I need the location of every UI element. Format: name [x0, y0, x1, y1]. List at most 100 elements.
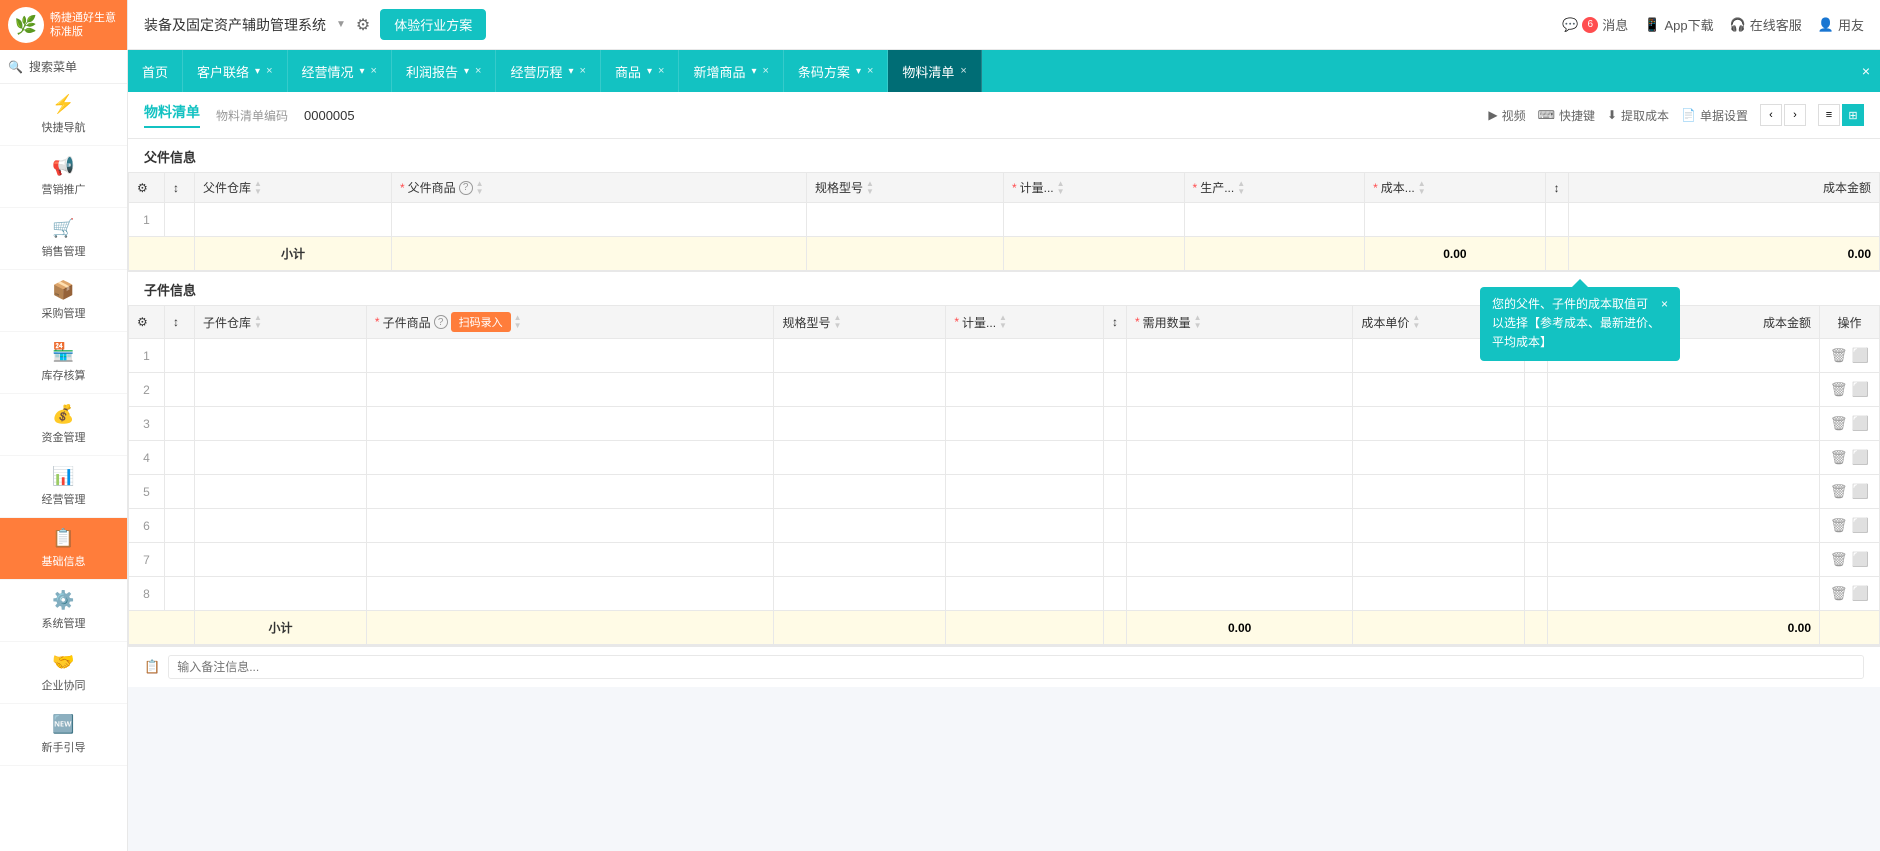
child-row-qty-8[interactable]: [946, 577, 1104, 611]
child-row-cost-price-5[interactable]: [1353, 475, 1525, 509]
child-row-qty-3[interactable]: [946, 407, 1104, 441]
sidebar-item-marketing[interactable]: 📢 营销推广: [0, 146, 127, 208]
sidebar-item-basic-info[interactable]: 📋 基础信息: [0, 518, 127, 580]
nav-next-btn[interactable]: ›: [1784, 104, 1806, 126]
tab-operations[interactable]: 经营情况 ▾ ×: [288, 50, 392, 92]
tab-barcode[interactable]: 条码方案 ▾ ×: [784, 50, 888, 92]
sub-tab-bom[interactable]: 物料清单: [144, 102, 200, 128]
parent-row-prod-1[interactable]: [1184, 203, 1365, 237]
extract-cost-link[interactable]: ⬇ 提取成本: [1607, 107, 1669, 124]
child-row-spec-8[interactable]: [774, 577, 946, 611]
nav-prev-btn[interactable]: ‹: [1760, 104, 1782, 126]
sidebar-item-inventory[interactable]: 🏪 库存核算: [0, 332, 127, 394]
child-row-cost-price-4[interactable]: [1353, 441, 1525, 475]
tab-new-goods-close[interactable]: ×: [762, 65, 768, 77]
tooltip-close-btn[interactable]: ×: [1661, 295, 1668, 314]
child-row-spec-7[interactable]: [774, 543, 946, 577]
child-row-warehouse-8[interactable]: [195, 577, 367, 611]
video-link[interactable]: ▶ 视频: [1488, 107, 1525, 124]
user-button[interactable]: 👤 用友: [1818, 15, 1864, 34]
child-row-warehouse-5[interactable]: [195, 475, 367, 509]
child-row-cost-price-7[interactable]: [1353, 543, 1525, 577]
child-row-product-2[interactable]: [366, 373, 774, 407]
sidebar-item-finance[interactable]: 💰 资金管理: [0, 394, 127, 456]
copy-icon-4[interactable]: ⬜: [1852, 449, 1869, 466]
child-row-qty-2[interactable]: [946, 373, 1104, 407]
app-download-button[interactable]: 📱 App下载: [1644, 15, 1713, 34]
layout-grid-btn[interactable]: ⊞: [1842, 104, 1864, 126]
close-all-tabs[interactable]: ×: [1852, 63, 1880, 79]
copy-icon-7[interactable]: ⬜: [1852, 551, 1869, 568]
child-row-cost-price-6[interactable]: [1353, 509, 1525, 543]
memo-input[interactable]: [168, 655, 1864, 679]
search-menu[interactable]: 🔍 搜索菜单: [0, 50, 127, 84]
delete-icon-8[interactable]: 🗑: [1830, 585, 1848, 602]
settings-icon[interactable]: ⚙: [356, 15, 370, 35]
sidebar-item-guide[interactable]: 🆕 新手引导: [0, 704, 127, 766]
online-service-button[interactable]: 🎧 在线客服: [1730, 15, 1802, 34]
sidebar-item-operation[interactable]: 📊 经营管理: [0, 456, 127, 518]
tab-history-close[interactable]: ×: [580, 65, 586, 77]
child-row-spec-3[interactable]: [774, 407, 946, 441]
child-row-needed-3[interactable]: [1126, 407, 1352, 441]
child-row-product-4[interactable]: [366, 441, 774, 475]
child-row-qty-1[interactable]: [946, 339, 1104, 373]
child-row-warehouse-2[interactable]: [195, 373, 367, 407]
delete-icon-5[interactable]: 🗑: [1830, 483, 1848, 500]
child-row-qty-7[interactable]: [946, 543, 1104, 577]
child-row-product-6[interactable]: [366, 509, 774, 543]
child-row-spec-2[interactable]: [774, 373, 946, 407]
child-row-cost-price-2[interactable]: [1353, 373, 1525, 407]
scan-button[interactable]: 扫码录入: [451, 312, 511, 332]
child-row-needed-8[interactable]: [1126, 577, 1352, 611]
child-row-warehouse-7[interactable]: [195, 543, 367, 577]
tab-profit-close[interactable]: ×: [475, 65, 481, 77]
child-row-product-7[interactable]: [366, 543, 774, 577]
single-settings-link[interactable]: 📄 单据设置: [1681, 107, 1748, 124]
tab-history[interactable]: 经营历程 ▾ ×: [496, 50, 600, 92]
message-button[interactable]: 💬 6 消息: [1562, 15, 1628, 34]
shortcut-link[interactable]: ⌨ 快捷键: [1538, 107, 1595, 124]
child-row-needed-7[interactable]: [1126, 543, 1352, 577]
child-row-needed-5[interactable]: [1126, 475, 1352, 509]
child-row-product-1[interactable]: [366, 339, 774, 373]
delete-icon-1[interactable]: 🗑: [1830, 347, 1848, 364]
tab-goods[interactable]: 商品 ▾ ×: [601, 50, 679, 92]
delete-icon-4[interactable]: 🗑: [1830, 449, 1848, 466]
child-row-warehouse-4[interactable]: [195, 441, 367, 475]
tab-goods-close[interactable]: ×: [658, 65, 664, 77]
tab-bom-close[interactable]: ×: [960, 65, 966, 77]
sidebar-item-quick-nav[interactable]: ⚡ 快捷导航: [0, 84, 127, 146]
child-row-cost-price-3[interactable]: [1353, 407, 1525, 441]
copy-icon-5[interactable]: ⬜: [1852, 483, 1869, 500]
sidebar-item-sales[interactable]: 🛒 销售管理: [0, 208, 127, 270]
copy-icon-2[interactable]: ⬜: [1852, 381, 1869, 398]
tab-customers-close[interactable]: ×: [266, 65, 272, 77]
parent-row-spec-1[interactable]: [807, 203, 1004, 237]
delete-icon-2[interactable]: 🗑: [1830, 381, 1848, 398]
sidebar-item-system[interactable]: ⚙️ 系统管理: [0, 580, 127, 642]
child-row-warehouse-3[interactable]: [195, 407, 367, 441]
delete-icon-3[interactable]: 🗑: [1830, 415, 1848, 432]
child-row-needed-6[interactable]: [1126, 509, 1352, 543]
delete-icon-6[interactable]: 🗑: [1830, 517, 1848, 534]
child-row-needed-4[interactable]: [1126, 441, 1352, 475]
child-col-settings[interactable]: ⚙: [129, 306, 165, 339]
copy-icon-8[interactable]: ⬜: [1852, 585, 1869, 602]
child-row-spec-1[interactable]: [774, 339, 946, 373]
tab-bom[interactable]: 物料清单 ×: [888, 50, 981, 92]
child-row-product-8[interactable]: [366, 577, 774, 611]
sidebar-item-enterprise[interactable]: 🤝 企业协同: [0, 642, 127, 704]
child-row-warehouse-1[interactable]: [195, 339, 367, 373]
tab-barcode-close[interactable]: ×: [867, 65, 873, 77]
copy-icon-3[interactable]: ⬜: [1852, 415, 1869, 432]
child-row-spec-5[interactable]: [774, 475, 946, 509]
trial-button[interactable]: 体验行业方案: [380, 9, 486, 40]
child-row-product-5[interactable]: [366, 475, 774, 509]
parent-row-qty-1[interactable]: [1003, 203, 1184, 237]
child-row-spec-4[interactable]: [774, 441, 946, 475]
child-row-warehouse-6[interactable]: [195, 509, 367, 543]
copy-icon-6[interactable]: ⬜: [1852, 517, 1869, 534]
system-dropdown-arrow[interactable]: ▼: [336, 19, 346, 30]
parent-row-product-1[interactable]: [391, 203, 806, 237]
